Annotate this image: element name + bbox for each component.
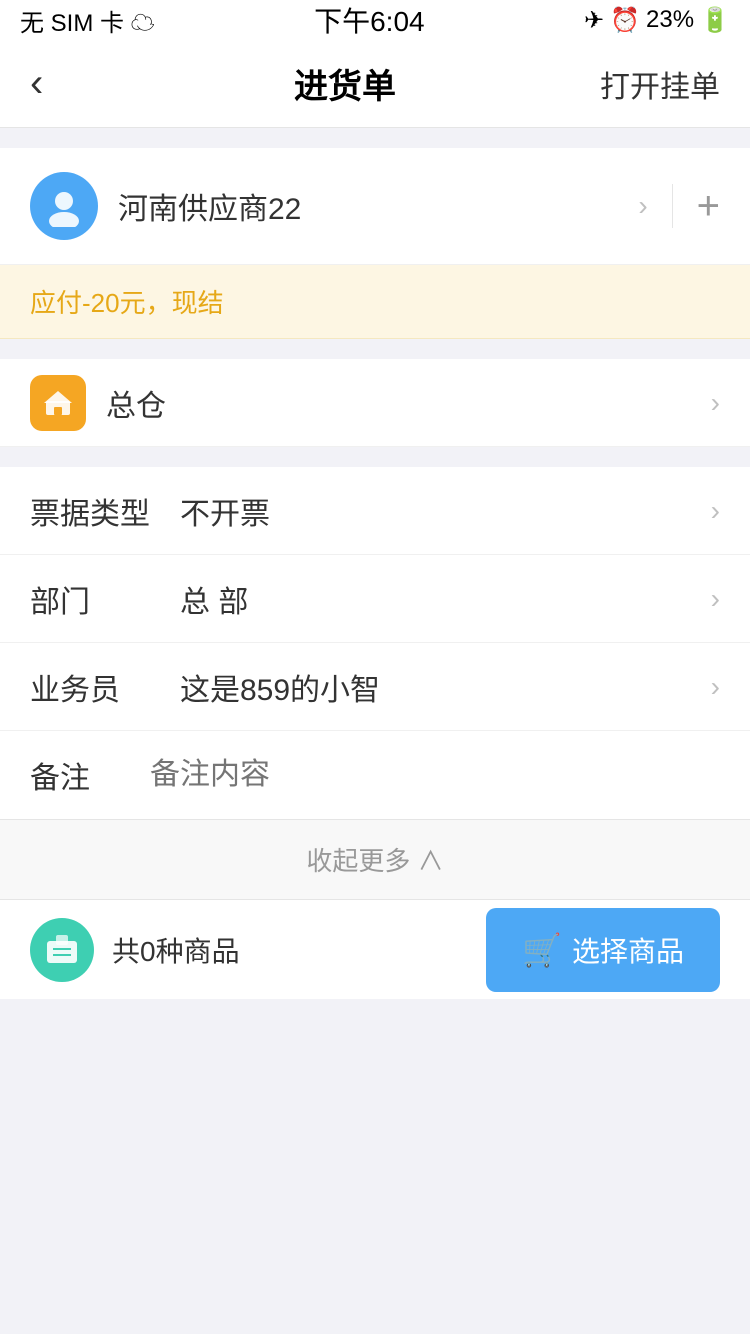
- invoice-type-chevron-icon: ›: [711, 495, 720, 527]
- warehouse-icon-bg: [30, 375, 86, 431]
- select-product-label: 选择商品: [572, 930, 684, 970]
- back-button[interactable]: ‹: [30, 61, 90, 106]
- gray-fill-area: [0, 999, 750, 1299]
- invoice-type-value: 不开票: [180, 489, 711, 533]
- remark-label: 备注: [30, 753, 130, 797]
- warehouse-chevron-icon: ›: [711, 387, 720, 419]
- bottom-bar: 共0种商品 🛒 选择商品: [0, 899, 750, 999]
- warehouse-card: 总仓 ›: [0, 359, 750, 447]
- remark-row: 备注: [0, 731, 750, 819]
- status-bar: 无 SIM 卡 ☁ 下午6:04 ✈ ⏰ 23% 🔋: [0, 0, 750, 40]
- section-gap-1: [0, 128, 750, 148]
- status-right: ✈ ⏰ 23% 🔋: [584, 6, 730, 35]
- remark-input[interactable]: [150, 758, 720, 792]
- supplier-notice: 应付-20元，现结: [0, 265, 750, 339]
- department-label: 部门: [30, 577, 160, 621]
- supplier-avatar: [30, 172, 98, 240]
- salesperson-chevron-icon: ›: [711, 671, 720, 703]
- supplier-divider: [672, 184, 673, 228]
- product-count: 共0种商品: [112, 930, 486, 970]
- select-product-button[interactable]: 🛒 选择商品: [486, 908, 720, 992]
- sim-status: 无 SIM 卡 ☁: [20, 3, 155, 38]
- department-chevron-icon: ›: [711, 583, 720, 615]
- page-title: 进货单: [294, 59, 396, 108]
- battery-level: 23%: [646, 6, 694, 34]
- add-supplier-button[interactable]: +: [697, 184, 720, 229]
- supplier-row[interactable]: 河南供应商22 › +: [0, 148, 750, 265]
- status-left: 无 SIM 卡 ☁: [20, 3, 155, 38]
- department-value: 总 部: [180, 577, 711, 621]
- department-row[interactable]: 部门 总 部 ›: [0, 555, 750, 643]
- collapse-label: 收起更多 ∧: [306, 841, 443, 878]
- location-icon: ✈: [584, 6, 604, 35]
- supplier-chevron-icon: ›: [638, 190, 647, 222]
- supplier-card: 河南供应商22 › + 应付-20元，现结: [0, 148, 750, 339]
- invoice-type-row[interactable]: 票据类型 不开票 ›: [0, 467, 750, 555]
- collapse-toggle[interactable]: 收起更多 ∧: [0, 819, 750, 899]
- warehouse-row[interactable]: 总仓 ›: [0, 359, 750, 447]
- select-product-icon: 🛒: [522, 931, 562, 969]
- warehouse-label: 总仓: [106, 381, 711, 425]
- product-icon-bg: [30, 918, 94, 982]
- invoice-type-label: 票据类型: [30, 489, 160, 533]
- status-time: 下午6:04: [314, 0, 425, 40]
- section-gap-2: [0, 339, 750, 359]
- salesperson-label: 业务员: [30, 665, 160, 709]
- section-gap-3: [0, 447, 750, 467]
- battery-icon: 🔋: [700, 6, 730, 35]
- form-card: 票据类型 不开票 › 部门 总 部 › 业务员 这是859的小智 › 备注: [0, 467, 750, 819]
- supplier-name: 河南供应商22: [118, 184, 638, 228]
- open-pending-button[interactable]: 打开挂单: [600, 62, 720, 106]
- salesperson-row[interactable]: 业务员 这是859的小智 ›: [0, 643, 750, 731]
- salesperson-value: 这是859的小智: [180, 665, 711, 709]
- alarm-icon: ⏰: [610, 6, 640, 35]
- nav-bar: ‹ 进货单 打开挂单: [0, 40, 750, 128]
